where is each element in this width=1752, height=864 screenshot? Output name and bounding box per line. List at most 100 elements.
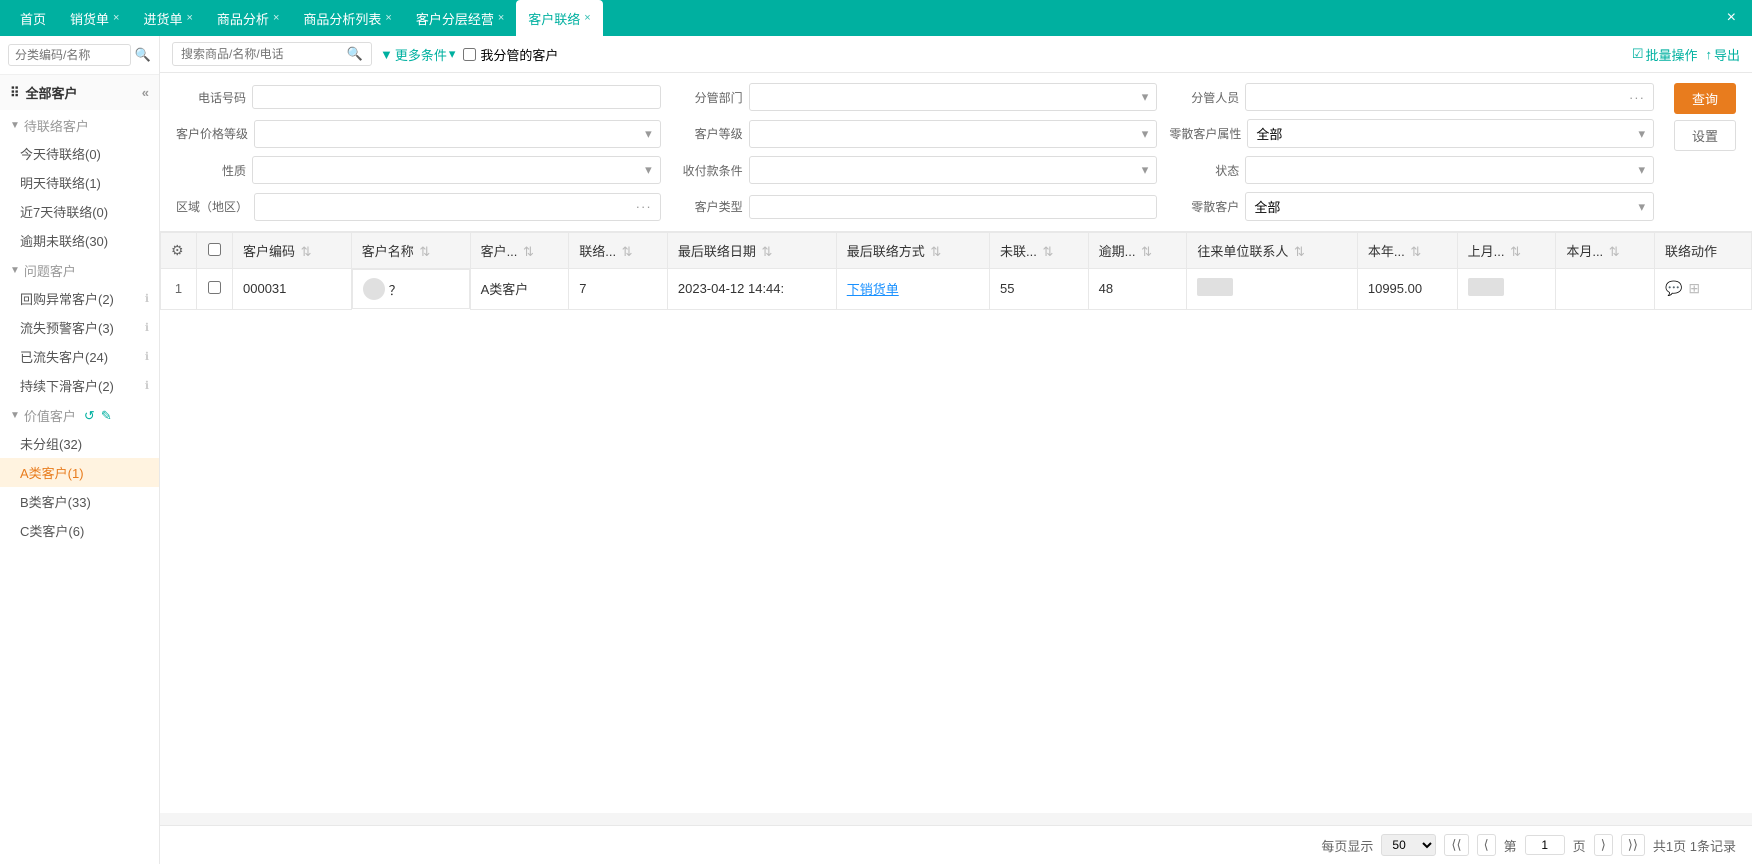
customer-level-select[interactable]: ▾ xyxy=(749,120,1158,148)
sidebar-item-b-class[interactable]: B类客户(33) xyxy=(0,487,159,516)
close-customer-contact-icon[interactable]: × xyxy=(584,12,590,24)
action-icons-group: 💬 ⊞ xyxy=(1665,280,1741,297)
nav-tab-customer-mgmt[interactable]: 客户分层经营 × xyxy=(404,0,516,36)
nav-tab-sales[interactable]: 销货单 × xyxy=(58,0,131,36)
sidebar-collapse-icon[interactable]: « xyxy=(142,85,149,100)
gear-settings-icon[interactable]: ⚙ xyxy=(171,242,184,258)
last-method-link[interactable]: 下销货单 xyxy=(847,282,899,297)
sort-this-year-icon[interactable]: ⇅ xyxy=(1410,244,1421,259)
action-chat-icon[interactable]: 💬 xyxy=(1665,280,1682,297)
next-page-button[interactable]: ⟩ xyxy=(1594,834,1613,856)
retail-select[interactable]: 全部 ▾ xyxy=(1245,192,1654,221)
payment-select[interactable]: ▾ xyxy=(749,156,1158,184)
export-button[interactable]: ↑ 导出 xyxy=(1705,45,1740,64)
dept-dropdown-icon: ▾ xyxy=(1142,89,1149,105)
col-last-date: 最后联络日期 ⇅ xyxy=(667,233,836,269)
row-checkbox[interactable] xyxy=(208,281,221,294)
close-all-button[interactable]: × xyxy=(1719,9,1744,27)
close-purchase-icon[interactable]: × xyxy=(186,12,192,24)
dept-select[interactable]: ▾ xyxy=(749,83,1158,111)
refresh-icon[interactable]: ↺ xyxy=(84,408,95,424)
my-customers-checkbox[interactable]: 我分管的客户 xyxy=(463,45,558,64)
more-conditions-button[interactable]: ▼ 更多条件 ▾ xyxy=(380,45,455,64)
cell-last-month xyxy=(1457,269,1556,310)
sidebar-item-repurchase-abnormal[interactable]: 回购异常客户(2) ℹ xyxy=(0,284,159,313)
sidebar-item-7days[interactable]: 近7天待联络(0) xyxy=(0,197,159,226)
sidebar-item-declining[interactable]: 持续下滑客户(2) ℹ xyxy=(0,371,159,400)
status-select[interactable]: ▾ xyxy=(1245,156,1654,184)
page-label: 第 xyxy=(1504,836,1517,855)
region-select[interactable]: ··· xyxy=(254,193,661,221)
total-records-label: 共1页 1条记录 xyxy=(1653,836,1736,855)
filter-retail-attr: 零散客户属性 全部 ▾ xyxy=(1169,119,1654,148)
sidebar-all-customers[interactable]: ⠿ 全部客户 « xyxy=(0,75,159,110)
sidebar-item-churned[interactable]: 已流失客户(24) ℹ xyxy=(0,342,159,371)
sort-contact-count-icon[interactable]: ⇅ xyxy=(622,244,633,259)
pagination-bar: 每页显示 50 100 200 ⟨⟨ ⟨ 第 页 ⟩ ⟩⟩ 共1页 1条记录 xyxy=(160,825,1752,864)
manager-select[interactable]: ··· xyxy=(1245,83,1654,111)
sidebar-item-churn-warning[interactable]: 流失预警客户(3) ℹ xyxy=(0,313,159,342)
filter-price-level: 客户价格等级 ▾ xyxy=(176,120,661,148)
price-level-select[interactable]: ▾ xyxy=(254,120,661,148)
sort-name-icon[interactable]: ⇅ xyxy=(419,244,430,259)
sort-overdue-icon[interactable]: ⇅ xyxy=(1141,244,1152,259)
sort-level-icon[interactable]: ⇅ xyxy=(523,244,534,259)
sidebar-item-ungrouped[interactable]: 未分组(32) xyxy=(0,429,159,458)
first-page-button[interactable]: ⟨⟨ xyxy=(1444,834,1468,856)
phone-input[interactable] xyxy=(252,85,661,109)
col-gear[interactable]: ⚙ xyxy=(161,233,197,269)
sidebar-item-c-class[interactable]: C类客户(6) xyxy=(0,516,159,545)
per-page-select[interactable]: 50 100 200 xyxy=(1381,834,1436,856)
sidebar-item-tomorrow[interactable]: 明天待联络(1) xyxy=(0,168,159,197)
horizontal-scrollbar[interactable] xyxy=(160,813,1752,825)
page-number-input[interactable] xyxy=(1525,835,1565,855)
region-dots-icon: ··· xyxy=(636,199,652,214)
sort-this-month-icon[interactable]: ⇅ xyxy=(1609,244,1620,259)
cell-name[interactable]: ？ xyxy=(352,269,470,309)
cell-checkbox[interactable] xyxy=(197,269,233,310)
select-all-checkbox[interactable] xyxy=(208,243,221,256)
close-goods-analysis-icon[interactable]: × xyxy=(273,12,279,24)
filter-search-box[interactable]: 🔍 xyxy=(172,42,372,66)
nav-tab-goods-list[interactable]: 商品分析列表 × xyxy=(291,0,403,36)
sidebar-item-overdue[interactable]: 逾期未联络(30) xyxy=(0,226,159,255)
prev-page-button[interactable]: ⟨ xyxy=(1477,834,1496,856)
sort-last-method-icon[interactable]: ⇅ xyxy=(930,244,941,259)
sidebar-search-input[interactable] xyxy=(8,44,131,66)
nature-select[interactable]: ▾ xyxy=(252,156,661,184)
filter-search-input[interactable] xyxy=(181,47,343,61)
cell-this-month xyxy=(1556,269,1655,310)
cell-last-method[interactable]: 下销货单 xyxy=(836,269,989,310)
last-page-button[interactable]: ⟩⟩ xyxy=(1621,834,1645,856)
close-goods-list-icon[interactable]: × xyxy=(385,12,391,24)
sidebar-search-icon[interactable]: 🔍 xyxy=(135,47,151,63)
sort-last-date-icon[interactable]: ⇅ xyxy=(762,244,773,259)
close-sales-icon[interactable]: × xyxy=(113,12,119,24)
sort-code-icon[interactable]: ⇅ xyxy=(301,244,312,259)
nav-tab-purchase[interactable]: 进货单 × xyxy=(131,0,204,36)
sort-uncontacted-icon[interactable]: ⇅ xyxy=(1042,244,1053,259)
close-customer-mgmt-icon[interactable]: × xyxy=(498,12,504,24)
sidebar-item-today[interactable]: 今天待联络(0) xyxy=(0,139,159,168)
edit-icon[interactable]: ✎ xyxy=(101,408,112,424)
customer-type-input[interactable] xyxy=(749,195,1158,219)
nav-tab-home[interactable]: 首页 xyxy=(8,0,58,36)
retail-attr-select[interactable]: 全部 ▾ xyxy=(1247,119,1654,148)
sidebar-item-a-class[interactable]: A类客户(1) xyxy=(0,458,159,487)
col-checkbox[interactable] xyxy=(197,233,233,269)
col-uncontacted: 未联... ⇅ xyxy=(990,233,1089,269)
cell-contacts xyxy=(1187,269,1358,310)
nav-tab-goods-analysis[interactable]: 商品分析 × xyxy=(205,0,291,36)
sort-contacts-icon[interactable]: ⇅ xyxy=(1294,244,1305,259)
action-qr-icon[interactable]: ⊞ xyxy=(1688,280,1700,297)
last-month-placeholder xyxy=(1468,278,1504,296)
batch-op-button[interactable]: ☑ 批量操作 xyxy=(1632,45,1698,64)
top-nav: 首页 销货单 × 进货单 × 商品分析 × 商品分析列表 × 客户分层经营 × … xyxy=(0,0,1752,36)
settings-button[interactable]: 设置 xyxy=(1674,120,1736,151)
info-churn-warning-icon: ℹ xyxy=(145,321,149,334)
filter-nature: 性质 ▾ xyxy=(176,156,661,184)
nav-tab-customer-contact[interactable]: 客户联络 × xyxy=(516,0,602,36)
filter-search-icon[interactable]: 🔍 xyxy=(347,46,363,62)
query-button[interactable]: 查询 xyxy=(1674,83,1736,114)
sort-last-month-icon[interactable]: ⇅ xyxy=(1510,244,1521,259)
